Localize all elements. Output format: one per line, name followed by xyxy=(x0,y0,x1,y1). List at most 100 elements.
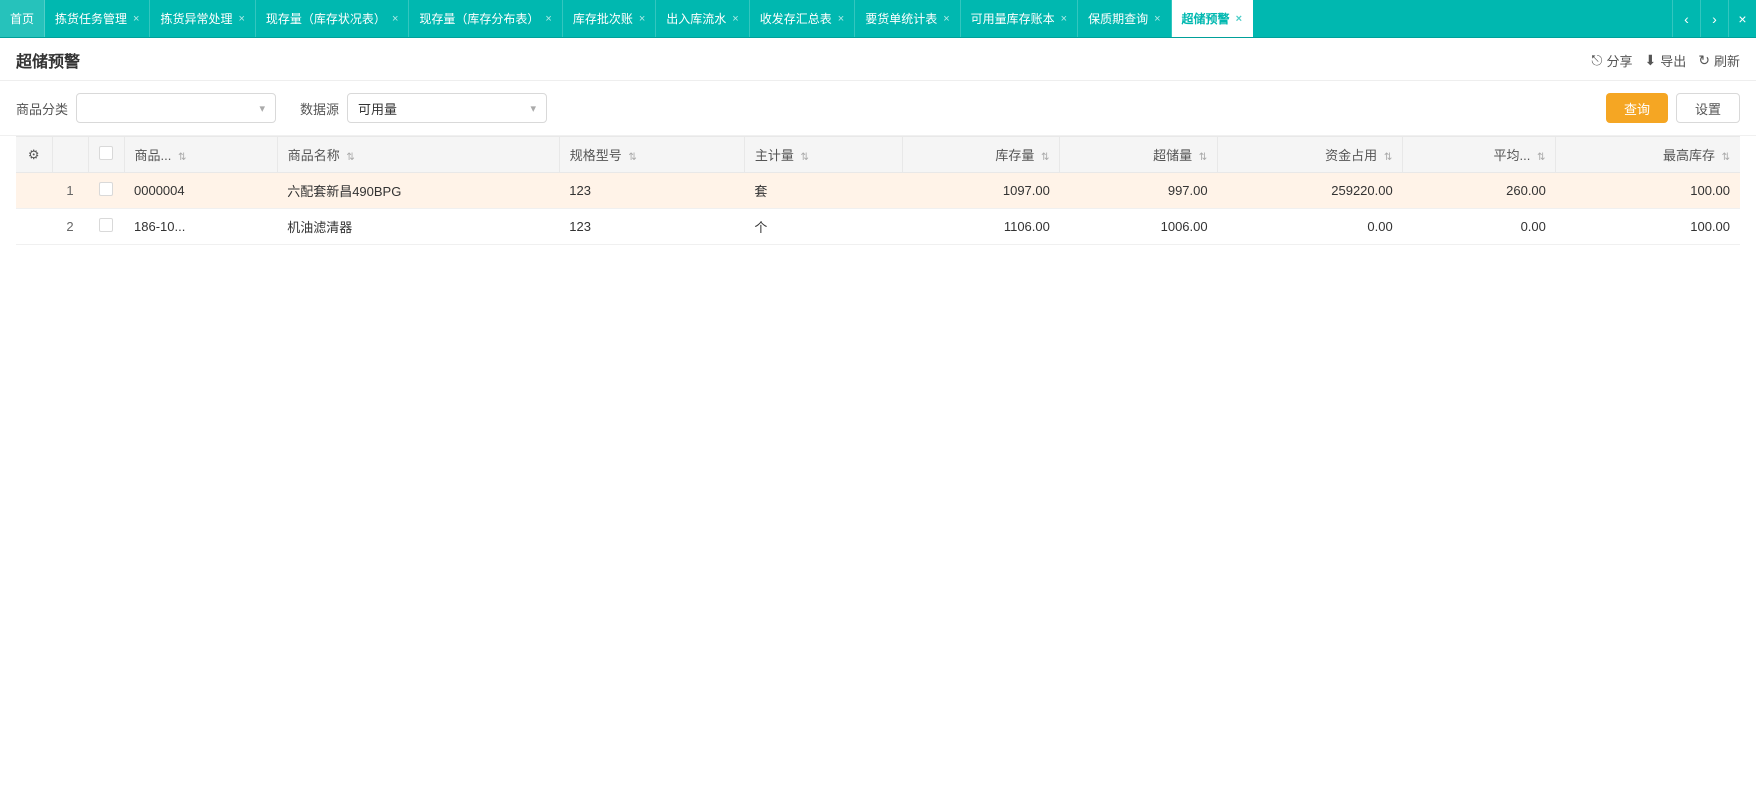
settings-button[interactable]: 设置 xyxy=(1676,93,1740,123)
close-icon[interactable]: × xyxy=(1154,13,1160,25)
close-icon[interactable]: × xyxy=(392,13,398,25)
sort-icon: ⇅ xyxy=(801,152,809,163)
row-spec: 123 xyxy=(559,209,744,245)
nav-tab-abnormal[interactable]: 拣货异常处理 × xyxy=(150,0,255,38)
close-icon[interactable]: × xyxy=(639,13,645,25)
header-actions: ⎋ 分享 ⬇ 导出 ↻ 刷新 xyxy=(1591,51,1740,70)
category-filter: 商品分类 ▾ xyxy=(16,93,276,123)
sort-icon: ⇅ xyxy=(628,152,636,163)
column-settings[interactable]: ⚙ xyxy=(16,137,52,173)
datasource-label: 数据源 xyxy=(300,99,339,118)
share-button[interactable]: ⎋ 分享 xyxy=(1591,51,1632,70)
row-max-stock: 100.00 xyxy=(1556,173,1740,209)
nav-tab-task-mgmt[interactable]: 拣货任务管理 × xyxy=(45,0,150,38)
nav-tab-recv-send[interactable]: 收发存汇总表 × xyxy=(750,0,855,38)
data-table: ⚙ 商品... ⇅ 商品名称 ⇅ 规格型号 ⇅ xyxy=(16,136,1740,245)
row-index: 1 xyxy=(52,173,88,209)
nav-tab-flow[interactable]: 出入库流水 × xyxy=(656,0,749,38)
close-icon[interactable]: × xyxy=(732,13,738,25)
nav-tab-home[interactable]: 首页 xyxy=(0,0,45,38)
row-avg: 0.00 xyxy=(1403,209,1556,245)
row-checkbox[interactable] xyxy=(99,218,113,232)
row-capital: 0.00 xyxy=(1218,209,1403,245)
share-icon: ⎋ xyxy=(1591,52,1602,69)
column-checkbox[interactable] xyxy=(88,137,124,173)
filter-actions: 查询 设置 xyxy=(1606,93,1740,123)
gear-icon: ⚙ xyxy=(28,147,40,162)
column-avg[interactable]: 平均... ⇅ xyxy=(1403,137,1556,173)
close-icon[interactable]: × xyxy=(943,13,949,25)
column-max-stock[interactable]: 最高库存 ⇅ xyxy=(1556,137,1740,173)
nav-tab-avail-account[interactable]: 可用量库存账本 × xyxy=(961,0,1078,38)
close-icon[interactable]: × xyxy=(133,13,139,25)
table-body: 1 0000004 六配套新昌490BPG 123 套 1097.00 997.… xyxy=(16,173,1740,245)
row-name: 六配套新昌490BPG xyxy=(277,173,559,209)
table-container: ⚙ 商品... ⇅ 商品名称 ⇅ 规格型号 ⇅ xyxy=(0,136,1756,245)
sort-icon: ⇅ xyxy=(1537,152,1545,163)
column-capital[interactable]: 资金占用 ⇅ xyxy=(1218,137,1403,173)
row-checkbox-cell[interactable] xyxy=(88,209,124,245)
row-name: 机油滤清器 xyxy=(277,209,559,245)
row-max-stock: 100.00 xyxy=(1556,209,1740,245)
chevron-down-icon: ▾ xyxy=(259,102,265,115)
row-code: 0000004 xyxy=(124,173,277,209)
nav-tab-stock-status[interactable]: 现存量（库存状况表） × xyxy=(256,0,409,38)
row-overstock: 1006.00 xyxy=(1060,209,1218,245)
page-title: 超储预警 xyxy=(16,48,80,72)
row-code: 186-10... xyxy=(124,209,277,245)
close-icon[interactable]: × xyxy=(238,13,244,25)
table-header-row: ⚙ 商品... ⇅ 商品名称 ⇅ 规格型号 ⇅ xyxy=(16,137,1740,173)
close-icon[interactable]: × xyxy=(1061,13,1067,25)
row-avg: 260.00 xyxy=(1403,173,1556,209)
table-row: 1 0000004 六配套新昌490BPG 123 套 1097.00 997.… xyxy=(16,173,1740,209)
nav-tab-stock-dist[interactable]: 现存量（库存分布表） × xyxy=(409,0,562,38)
column-code[interactable]: 商品... ⇅ xyxy=(124,137,277,173)
nav-tab-overstock[interactable]: 超储预警 × xyxy=(1172,0,1253,38)
nav-close-button[interactable]: × xyxy=(1728,0,1756,38)
sort-icon: ⇅ xyxy=(346,152,354,163)
select-all-checkbox[interactable] xyxy=(99,146,113,160)
close-icon[interactable]: × xyxy=(838,13,844,25)
row-overstock: 997.00 xyxy=(1060,173,1218,209)
row-spec: 123 xyxy=(559,173,744,209)
row-stock: 1097.00 xyxy=(902,173,1060,209)
export-icon: ⬇ xyxy=(1645,52,1657,69)
top-nav: 首页 拣货任务管理 × 拣货异常处理 × 现存量（库存状况表） × 现存量（库存… xyxy=(0,0,1756,38)
row-unit: 套 xyxy=(744,173,902,209)
close-icon[interactable]: × xyxy=(1236,13,1242,25)
datasource-filter: 数据源 可用量 ▾ xyxy=(300,93,547,123)
row-settings-cell xyxy=(16,209,52,245)
column-index xyxy=(52,137,88,173)
column-name[interactable]: 商品名称 ⇅ xyxy=(277,137,559,173)
filter-row: 商品分类 ▾ 数据源 可用量 ▾ 查询 设置 xyxy=(0,81,1756,136)
nav-prev-button[interactable]: ‹ xyxy=(1672,0,1700,38)
nav-tab-quality[interactable]: 保质期查询 × xyxy=(1078,0,1171,38)
row-settings-cell xyxy=(16,173,52,209)
export-button[interactable]: ⬇ 导出 xyxy=(1645,51,1687,70)
query-button[interactable]: 查询 xyxy=(1606,93,1668,123)
column-spec[interactable]: 规格型号 ⇅ xyxy=(559,137,744,173)
datasource-select-value: 可用量 xyxy=(358,99,397,118)
sort-icon: ⇅ xyxy=(1722,152,1730,163)
row-checkbox[interactable] xyxy=(99,182,113,196)
refresh-icon: ↻ xyxy=(1698,52,1710,69)
row-checkbox-cell[interactable] xyxy=(88,173,124,209)
nav-next-button[interactable]: › xyxy=(1700,0,1728,38)
category-select[interactable]: ▾ xyxy=(76,93,276,123)
column-unit[interactable]: 主计量 ⇅ xyxy=(744,137,902,173)
nav-arrows: ‹ › × xyxy=(1672,0,1756,38)
sort-icon: ⇅ xyxy=(1384,152,1392,163)
sort-icon: ⇅ xyxy=(1199,152,1207,163)
sort-icon: ⇅ xyxy=(178,152,186,163)
sort-icon: ⇅ xyxy=(1041,152,1049,163)
row-capital: 259220.00 xyxy=(1218,173,1403,209)
nav-tab-batch[interactable]: 库存批次账 × xyxy=(563,0,656,38)
close-icon[interactable]: × xyxy=(545,13,551,25)
datasource-select[interactable]: 可用量 ▾ xyxy=(347,93,547,123)
column-stock[interactable]: 库存量 ⇅ xyxy=(902,137,1060,173)
chevron-down-icon: ▾ xyxy=(531,102,537,115)
row-index: 2 xyxy=(52,209,88,245)
column-overstock[interactable]: 超储量 ⇅ xyxy=(1060,137,1218,173)
nav-tab-order-stats[interactable]: 要货单统计表 × xyxy=(855,0,960,38)
refresh-button[interactable]: ↻ 刷新 xyxy=(1698,51,1740,70)
